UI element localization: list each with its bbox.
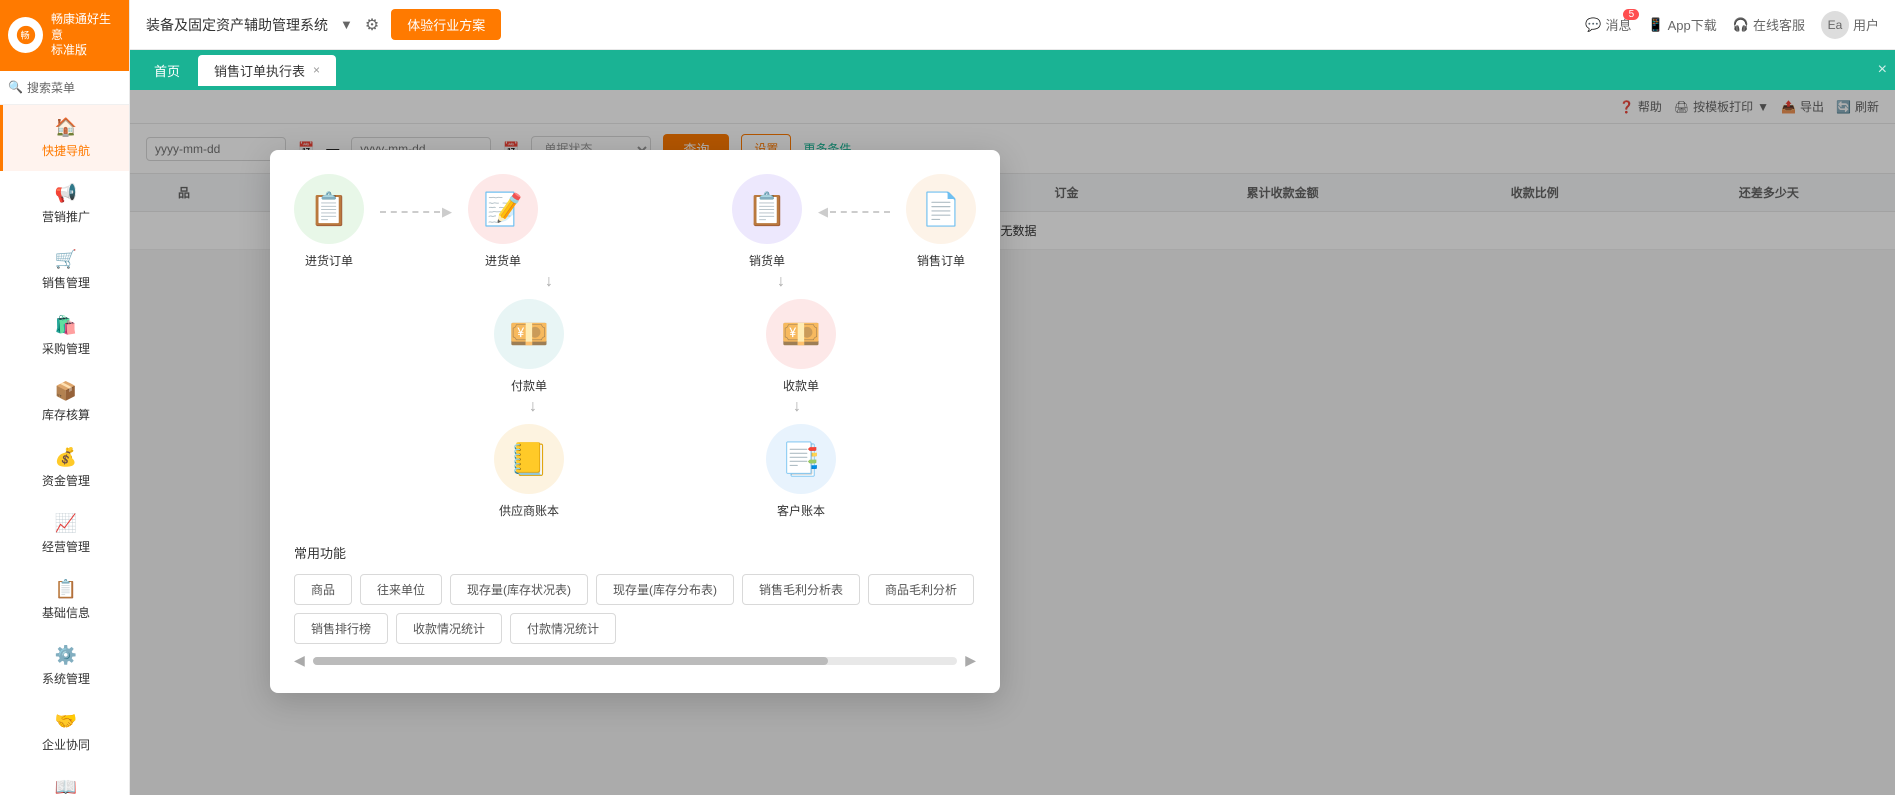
- top-header: 装备及固定资产辅助管理系统 ▼ ⚙ 体验行业方案 💬 消息 5 📱 App下载 …: [130, 0, 1895, 50]
- flow-purchase-bill[interactable]: 📝 进货单: [468, 174, 538, 269]
- online-service-button[interactable]: 🎧 在线客服: [1733, 15, 1805, 34]
- receipt-bill-icon: 💴: [766, 299, 836, 369]
- common-btn-inventory-dist[interactable]: 现存量(库存分布表): [596, 574, 734, 605]
- search-icon: 🔍: [8, 80, 23, 94]
- system-title: 装备及固定资产辅助管理系统: [146, 15, 328, 35]
- sidebar-search[interactable]: 🔍 搜索菜单: [0, 71, 129, 105]
- gear-icon[interactable]: ⚙: [365, 15, 379, 35]
- purchase-order-icon: 📋: [294, 174, 364, 244]
- supplier-ledger-icon: 📒: [494, 424, 564, 494]
- guide-icon: 📖: [55, 777, 77, 795]
- quick-nav-icon: 🏠: [55, 117, 77, 138]
- sidebar-item-guide[interactable]: 📖 新手引导: [0, 765, 129, 795]
- scroll-left-icon[interactable]: ◀: [294, 652, 305, 669]
- flow-supplier-ledger[interactable]: 📒 供应商账本: [494, 424, 564, 519]
- sidebar-item-operations[interactable]: 📈 经营管理: [0, 501, 129, 567]
- common-btn-sales-rank[interactable]: 销售排行榜: [294, 613, 388, 644]
- user-profile[interactable]: Ea 用户: [1821, 11, 1879, 39]
- flow-section: 📋 进货订单 ▶ 📝: [294, 174, 976, 519]
- flow-sales-order[interactable]: 📄 销售订单: [906, 174, 976, 269]
- tab-home[interactable]: 首页: [138, 55, 196, 86]
- sidebar-item-basic[interactable]: 📋 基础信息: [0, 567, 129, 633]
- sales-bill-icon: 📋: [732, 174, 802, 244]
- common-btn-sales-profit[interactable]: 销售毛利分析表: [742, 574, 860, 605]
- modal-overlay[interactable]: 📋 进货订单 ▶ 📝: [130, 90, 1895, 795]
- tab-close-icon[interactable]: ×: [313, 63, 320, 77]
- arrow-right-1: ▶: [364, 204, 468, 220]
- trial-button[interactable]: 体验行业方案: [391, 9, 501, 40]
- tab-bar: 首页 销售订单执行表 × ×: [130, 50, 1895, 90]
- finance-icon: 💰: [55, 447, 77, 468]
- sidebar-item-purchase[interactable]: 🛍️ 采购管理: [0, 303, 129, 369]
- message-button[interactable]: 💬 消息 5: [1585, 15, 1631, 34]
- sidebar-item-finance[interactable]: 💰 资金管理: [0, 435, 129, 501]
- dropdown-icon[interactable]: ▼: [340, 17, 353, 32]
- common-btn-payment-stats[interactable]: 付款情况统计: [510, 613, 616, 644]
- app-download-button[interactable]: 📱 App下载: [1647, 15, 1716, 34]
- flow-sales-bill[interactable]: 📋 销货单: [732, 174, 802, 269]
- basic-icon: 📋: [55, 579, 77, 600]
- customer-ledger-icon: 📑: [766, 424, 836, 494]
- header-right: 💬 消息 5 📱 App下载 🎧 在线客服 Ea 用户: [1585, 11, 1879, 39]
- common-btn-inventory-status[interactable]: 现存量(库存状况表): [450, 574, 588, 605]
- operations-icon: 📈: [55, 513, 77, 534]
- service-icon: 🎧: [1733, 17, 1749, 33]
- modal-scroll: ◀ ▶: [294, 652, 976, 669]
- modal: 📋 进货订单 ▶ 📝: [270, 150, 1000, 693]
- common-btn-receipt-stats[interactable]: 收款情况统计: [396, 613, 502, 644]
- avatar: Ea: [1821, 11, 1849, 39]
- common-section: 常用功能 商品 往来单位 现存量(库存状况表) 现存量(库存分布表) 销售毛利分…: [294, 543, 976, 644]
- app-icon: 📱: [1647, 17, 1663, 33]
- sidebar: 畅 畅康通好生意 标准版 🔍 搜索菜单 🏠 快捷导航 📢 营销推广 🛒 销售管理: [0, 0, 130, 795]
- sidebar-item-quick-nav[interactable]: 🏠 快捷导航: [0, 105, 129, 171]
- common-btns: 商品 往来单位 现存量(库存状况表) 现存量(库存分布表) 销售毛利分析表 商品…: [294, 574, 976, 644]
- flow-payment-bill[interactable]: 💴 付款单: [494, 299, 564, 394]
- sidebar-item-marketing[interactable]: 📢 营销推广: [0, 171, 129, 237]
- scroll-track[interactable]: [313, 657, 957, 665]
- sidebar-item-system[interactable]: ⚙️ 系统管理: [0, 633, 129, 699]
- common-btn-goods-profit[interactable]: 商品毛利分析: [868, 574, 974, 605]
- sidebar-item-inventory[interactable]: 📦 库存核算: [0, 369, 129, 435]
- marketing-icon: 📢: [55, 183, 77, 204]
- flow-receipt-bill[interactable]: 💴 收款单: [766, 299, 836, 394]
- flow-customer-ledger[interactable]: 📑 客户账本: [766, 424, 836, 519]
- flow-purchase-order[interactable]: 📋 进货订单: [294, 174, 364, 269]
- purchase-bill-icon: 📝: [468, 174, 538, 244]
- sidebar-nav: 🏠 快捷导航 📢 营销推广 🛒 销售管理 🛍️ 采购管理 📦 库存核算 💰: [0, 105, 129, 795]
- payment-bill-icon: 💴: [494, 299, 564, 369]
- sidebar-item-sales[interactable]: 🛒 销售管理: [0, 237, 129, 303]
- sidebar-item-collab[interactable]: 🤝 企业协同: [0, 699, 129, 765]
- message-icon: 💬: [1585, 17, 1601, 33]
- main-area: 装备及固定资产辅助管理系统 ▼ ⚙ 体验行业方案 💬 消息 5 📱 App下载 …: [130, 0, 1895, 795]
- sidebar-logo: 畅 畅康通好生意 标准版: [0, 0, 129, 71]
- sales-icon: 🛒: [55, 249, 77, 270]
- collab-icon: 🤝: [55, 711, 77, 732]
- common-title: 常用功能: [294, 543, 976, 562]
- logo-text: 畅康通好生意 标准版: [51, 12, 121, 59]
- system-icon: ⚙️: [55, 645, 77, 666]
- message-badge: 5: [1623, 9, 1639, 20]
- common-btn-goods[interactable]: 商品: [294, 574, 352, 605]
- tab-bar-close-icon[interactable]: ×: [1878, 61, 1887, 79]
- scroll-thumb: [313, 657, 829, 665]
- inventory-icon: 📦: [55, 381, 77, 402]
- scroll-right-icon[interactable]: ▶: [965, 652, 976, 669]
- content-area: ❓ 帮助 🖨 按模板打印 ▼ 📤 导出 🔄 刷新: [130, 90, 1895, 795]
- sales-order-icon: 📄: [906, 174, 976, 244]
- svg-text:畅: 畅: [20, 30, 29, 41]
- arrow-left-1: ◀: [802, 204, 906, 220]
- tab-sales-order[interactable]: 销售订单执行表 ×: [198, 55, 336, 86]
- purchase-icon: 🛍️: [55, 315, 77, 336]
- common-btn-partners[interactable]: 往来单位: [360, 574, 442, 605]
- logo-icon: 畅: [8, 17, 43, 53]
